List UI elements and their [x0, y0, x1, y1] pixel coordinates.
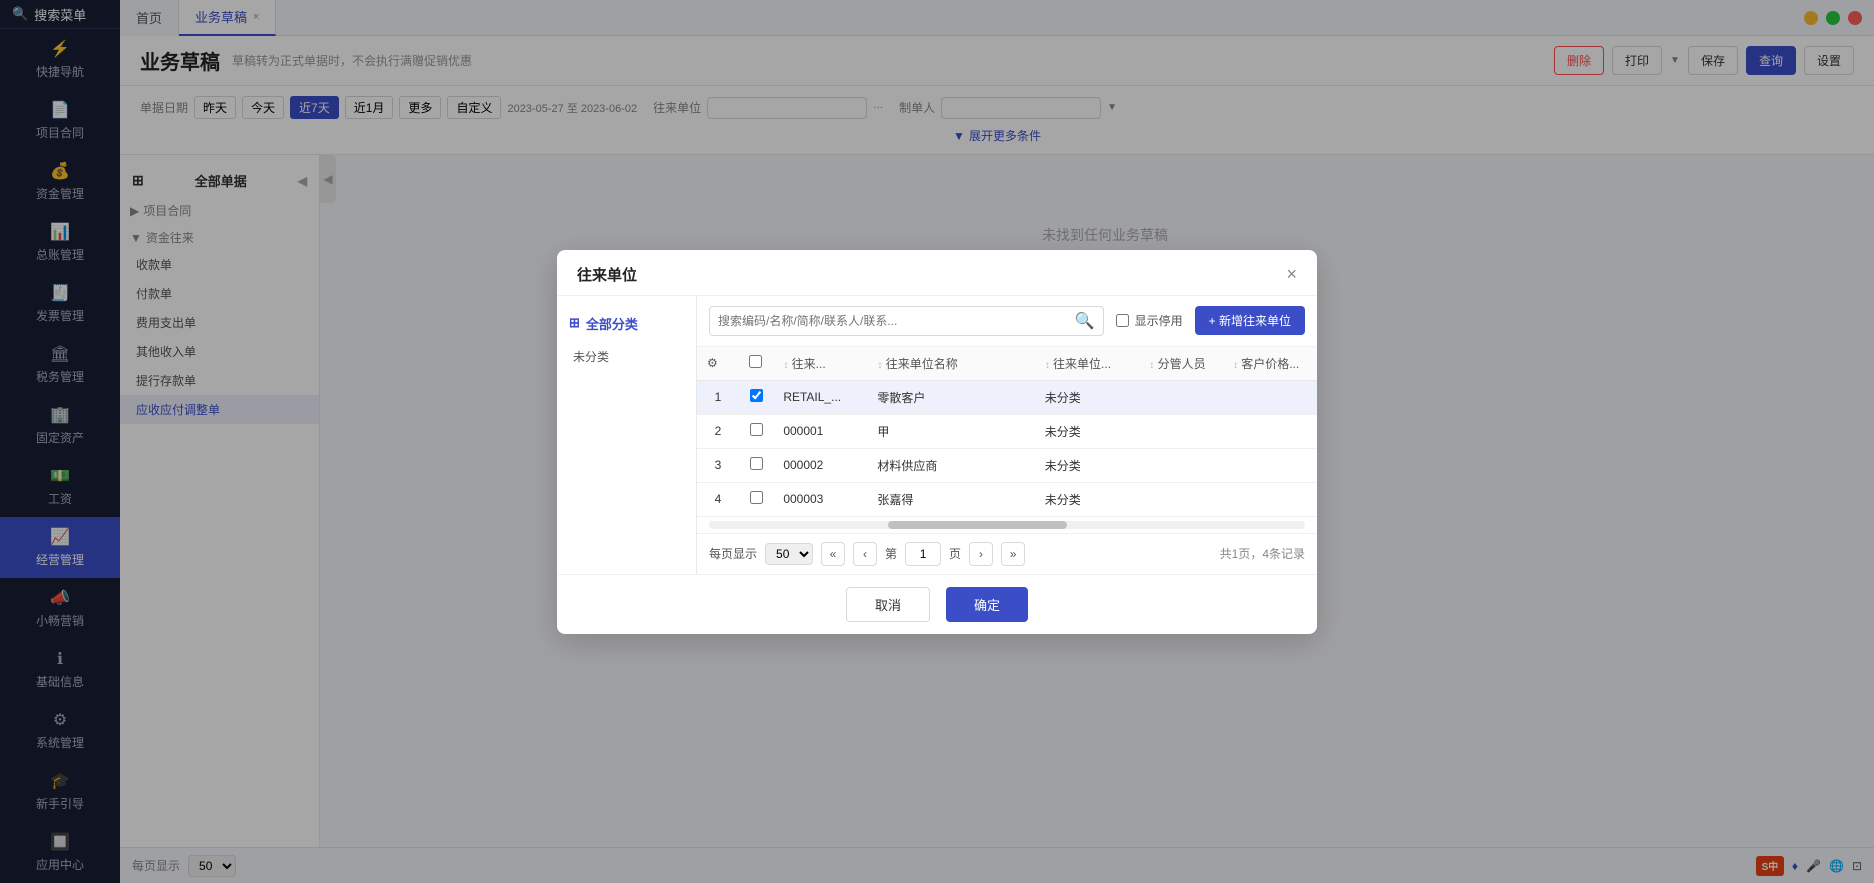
row-num: 1 — [697, 380, 739, 414]
modal-table: ⚙ ↕ 往来... ↕ 往来单位名称 — [697, 347, 1317, 517]
row-checkbox-cell — [739, 448, 774, 482]
sort-icon: ↕ — [783, 360, 788, 371]
unclassified-label: 未分类 — [573, 350, 609, 364]
search-icon: 🔍 — [1075, 311, 1095, 331]
modal-horizontal-scrollbar[interactable] — [709, 521, 1305, 529]
row-checkbox[interactable] — [750, 491, 763, 504]
table-header-row: ⚙ ↕ 往来... ↕ 往来单位名称 — [697, 347, 1317, 381]
col-header-settings: ⚙ — [697, 347, 739, 381]
col-header-check — [739, 347, 774, 381]
col-header-rep: ↕ 分管人员 — [1139, 347, 1223, 381]
row-category: 未分类 — [1035, 414, 1140, 448]
page-number-input[interactable] — [905, 542, 941, 566]
modal-toolbar: 🔍 显示停用 + 新增往来单位 — [697, 296, 1317, 347]
row-checkbox-cell — [739, 414, 774, 448]
row-checkbox[interactable] — [750, 457, 763, 470]
modal-overlay: 往来单位 × ⊞ 全部分类 未分类 🔍 — [0, 0, 1874, 883]
row-category: 未分类 — [1035, 482, 1140, 516]
page-suffix: 页 — [949, 545, 961, 562]
col-cat-label: 往来单位... — [1053, 357, 1111, 371]
partners-table: ⚙ ↕ 往来... ↕ 往来单位名称 — [697, 347, 1317, 517]
all-category-label: 全部分类 — [586, 314, 638, 333]
sort-icon: ↕ — [1149, 360, 1154, 371]
next-page-button[interactable]: › — [969, 542, 993, 566]
row-price — [1223, 414, 1317, 448]
row-category: 未分类 — [1035, 380, 1140, 414]
row-category: 未分类 — [1035, 448, 1140, 482]
modal-category-unclassified[interactable]: 未分类 — [557, 341, 696, 372]
page-label: 第 — [885, 545, 897, 562]
row-checkbox[interactable] — [750, 389, 763, 402]
row-code: 000003 — [773, 482, 867, 516]
modal-title: 往来单位 — [577, 264, 637, 285]
row-name: 零散客户 — [867, 380, 1034, 414]
col-price-label: 客户价格... — [1241, 357, 1299, 371]
show-inactive-checkbox[interactable] — [1116, 314, 1129, 327]
page-size-label: 每页显示 — [709, 545, 757, 562]
table-row[interactable]: 2 000001 甲 未分类 — [697, 414, 1317, 448]
row-checkbox[interactable] — [750, 423, 763, 436]
modal-header: 往来单位 × — [557, 250, 1317, 296]
modal-all-category[interactable]: ⊞ 全部分类 — [557, 306, 696, 341]
confirm-button[interactable]: 确定 — [946, 587, 1028, 622]
row-checkbox-cell — [739, 380, 774, 414]
modal-category-panel: ⊞ 全部分类 未分类 — [557, 296, 697, 574]
row-checkbox-cell — [739, 482, 774, 516]
col-header-category: ↕ 往来单位... — [1035, 347, 1140, 381]
modal-footer: 取消 确定 — [557, 574, 1317, 634]
row-num: 3 — [697, 448, 739, 482]
scrollbar-thumb — [888, 521, 1067, 529]
partner-search-box: 🔍 — [709, 306, 1104, 336]
settings-icon[interactable]: ⚙ — [707, 356, 718, 370]
partner-search-input[interactable] — [718, 314, 1069, 328]
table-row[interactable]: 1 RETAIL_... 零散客户 未分类 — [697, 380, 1317, 414]
col-header-name: ↕ 往来单位名称 — [867, 347, 1034, 381]
col-header-code: ↕ 往来... — [773, 347, 867, 381]
sort-icon: ↕ — [1233, 360, 1238, 371]
table-row[interactable]: 3 000002 材料供应商 未分类 — [697, 448, 1317, 482]
col-code-label: 往来... — [792, 357, 826, 371]
row-code: 000001 — [773, 414, 867, 448]
row-num: 4 — [697, 482, 739, 516]
table-row[interactable]: 4 000003 张嘉得 未分类 — [697, 482, 1317, 516]
col-header-price: ↕ 客户价格... — [1223, 347, 1317, 381]
row-name: 材料供应商 — [867, 448, 1034, 482]
row-rep — [1139, 414, 1223, 448]
modal-close-button[interactable]: × — [1286, 264, 1297, 285]
row-price — [1223, 448, 1317, 482]
add-partner-button[interactable]: + 新增往来单位 — [1195, 306, 1305, 335]
modal-pagination: 每页显示 50 « ‹ 第 页 › » 共1页，4条记录 — [697, 533, 1317, 574]
show-inactive-checkbox-area: 显示停用 — [1116, 312, 1183, 329]
first-page-button[interactable]: « — [821, 542, 845, 566]
row-rep — [1139, 448, 1223, 482]
row-rep — [1139, 482, 1223, 516]
sort-icon: ↕ — [877, 360, 882, 371]
prev-page-button[interactable]: ‹ — [853, 542, 877, 566]
col-name-label: 往来单位名称 — [886, 357, 958, 371]
grid-category-icon: ⊞ — [569, 315, 580, 331]
partner-modal: 往来单位 × ⊞ 全部分类 未分类 🔍 — [557, 250, 1317, 634]
row-name: 张嘉得 — [867, 482, 1034, 516]
row-code: RETAIL_... — [773, 380, 867, 414]
col-rep-label: 分管人员 — [1158, 357, 1206, 371]
modal-body: ⊞ 全部分类 未分类 🔍 显示停用 — [557, 296, 1317, 574]
select-all-checkbox[interactable] — [749, 355, 762, 368]
modal-page-size-select[interactable]: 50 — [765, 543, 813, 565]
row-price — [1223, 380, 1317, 414]
sort-icon: ↕ — [1045, 360, 1050, 371]
row-num: 2 — [697, 414, 739, 448]
last-page-button[interactable]: » — [1001, 542, 1025, 566]
row-code: 000002 — [773, 448, 867, 482]
cancel-button[interactable]: 取消 — [846, 587, 930, 622]
total-info: 共1页，4条记录 — [1220, 545, 1305, 562]
row-rep — [1139, 380, 1223, 414]
show-inactive-label: 显示停用 — [1135, 312, 1183, 329]
row-name: 甲 — [867, 414, 1034, 448]
modal-right-panel: 🔍 显示停用 + 新增往来单位 ⚙ — [697, 296, 1317, 574]
row-price — [1223, 482, 1317, 516]
